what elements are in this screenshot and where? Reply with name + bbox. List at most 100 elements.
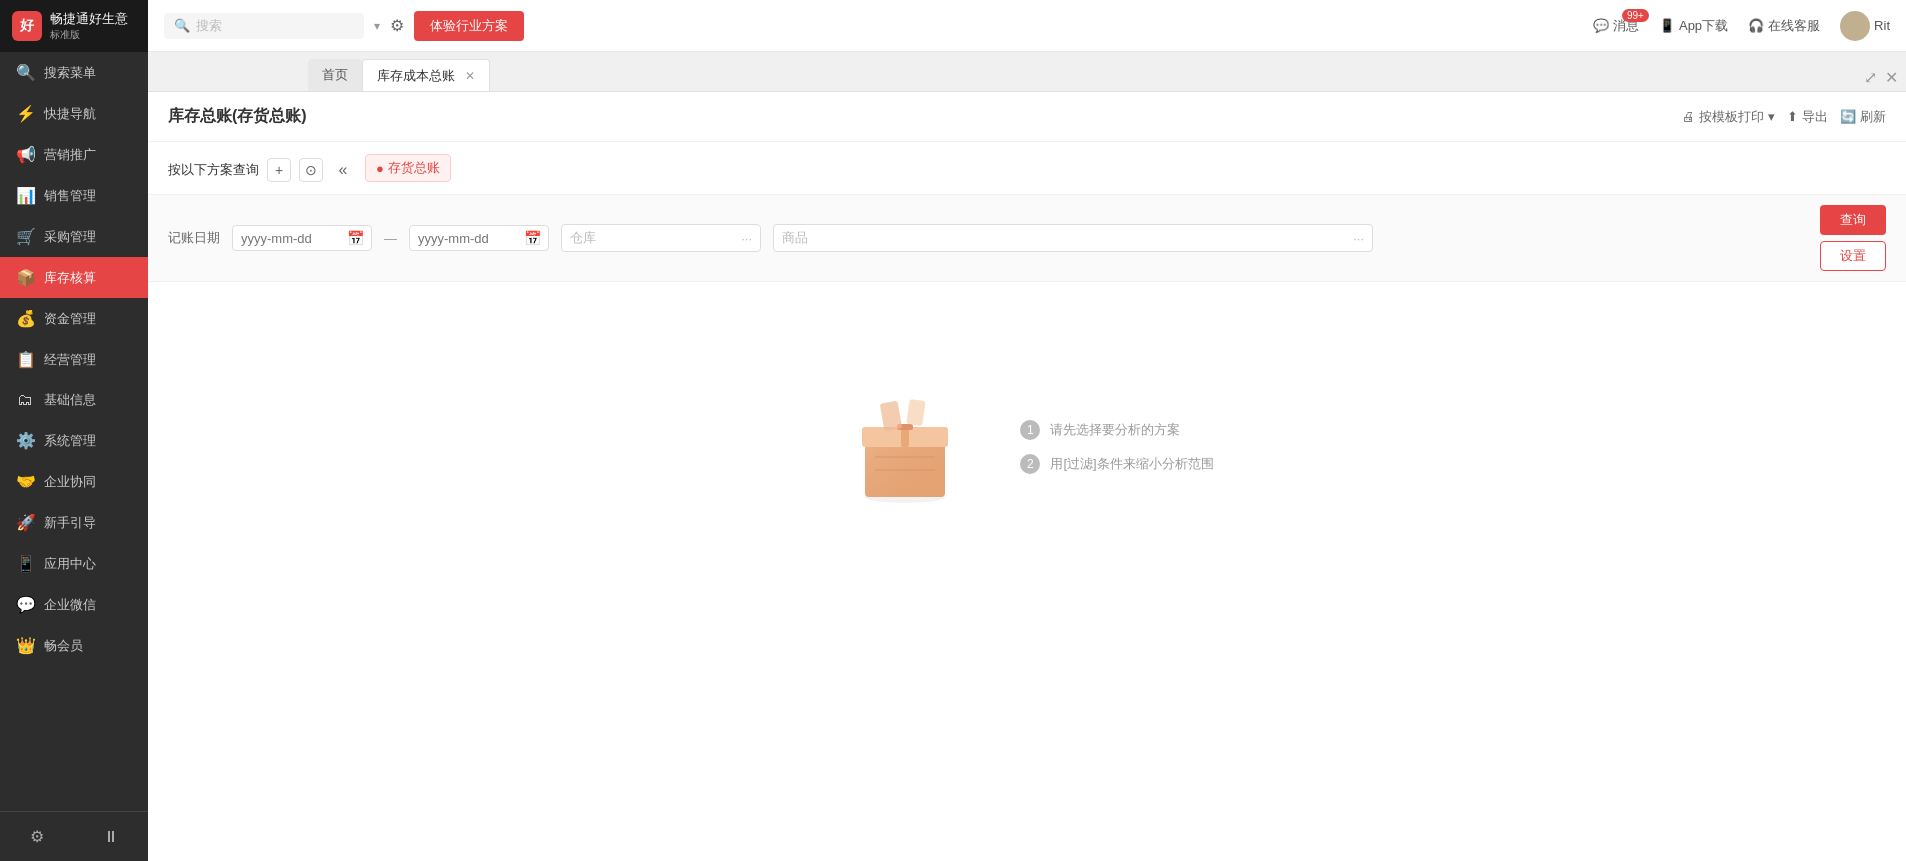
sidebar-item-operation[interactable]: 📋 经营管理 — [0, 339, 148, 380]
tab-home[interactable]: 首页 — [308, 59, 362, 91]
filter-add-button[interactable]: + — [267, 158, 291, 182]
tab-close-all-icon[interactable]: ✕ — [1885, 68, 1898, 87]
message-icon: 💬 — [1593, 18, 1609, 33]
step-1-badge: 1 — [1020, 420, 1040, 440]
cooperation-icon: 🤝 — [16, 472, 34, 491]
tab-inventory-cost[interactable]: 库存成本总账 ✕ — [362, 59, 490, 91]
sidebar-item-finance[interactable]: 💰 资金管理 — [0, 298, 148, 339]
search-icon: 🔍 — [16, 63, 34, 82]
sidebar-item-marketing[interactable]: 📢 营销推广 — [0, 134, 148, 175]
wechat-icon: 💬 — [16, 595, 34, 614]
date-label: 记账日期 — [168, 229, 220, 247]
sidebar-item-member[interactable]: 👑 畅会员 — [0, 625, 148, 666]
empty-hint-text-2: 用[过滤]条件来缩小分析范围 — [1050, 455, 1213, 473]
date-end-input[interactable] — [418, 231, 518, 246]
export-icon: ⬆ — [1787, 109, 1798, 124]
purchase-icon: 🛒 — [16, 227, 34, 246]
message-badge: 99+ — [1622, 9, 1649, 22]
print-template-button[interactable]: 🖨 按模板打印 ▾ — [1682, 108, 1775, 126]
user-avatar[interactable]: Rit — [1840, 11, 1890, 41]
basic-icon: 🗂 — [16, 391, 34, 409]
search-placeholder-icon: 🔍 — [174, 18, 190, 33]
sidebar-item-shortcut[interactable]: ⚡ 快捷导航 — [0, 93, 148, 134]
topbar: 🔍 搜索 ▾ ⚙ 体验行业方案 💬 消息 99+ 📱 App下载 🎧 在线客服 … — [148, 0, 1906, 52]
empty-hint-text-1: 请先选择要分析的方案 — [1050, 421, 1180, 439]
product-field[interactable]: 商品 ··· — [773, 224, 1373, 252]
marketing-icon: 📢 — [16, 145, 34, 164]
operation-icon: 📋 — [16, 350, 34, 369]
settings-filter-button[interactable]: 设置 — [1820, 241, 1886, 271]
refresh-button[interactable]: 🔄 刷新 — [1840, 108, 1886, 126]
appcenter-icon: 📱 — [16, 554, 34, 573]
system-icon: ⚙️ — [16, 431, 34, 450]
warehouse-field[interactable]: 仓库 ··· — [561, 224, 761, 252]
finance-icon: 💰 — [16, 309, 34, 328]
print-icon: 🖨 — [1682, 109, 1695, 124]
date-separator: — — [384, 231, 397, 246]
page-title: 库存总账(存货总账) — [168, 106, 307, 127]
tab-expand-icon[interactable]: ⤢ — [1864, 68, 1877, 87]
logo-icon: 好 — [12, 11, 42, 41]
step-2-badge: 2 — [1020, 454, 1040, 474]
calendar-start-icon[interactable]: 📅 — [347, 230, 364, 246]
trial-button[interactable]: 体验行业方案 — [414, 11, 524, 41]
settings-gear-icon[interactable]: ⚙ — [390, 16, 404, 35]
svg-rect-8 — [880, 401, 903, 432]
warehouse-more-icon: ··· — [741, 231, 752, 246]
print-chevron-icon: ▾ — [1768, 109, 1775, 124]
search-chevron-icon: ▾ — [374, 19, 380, 33]
main-area: 🔍 搜索 ▾ ⚙ 体验行业方案 💬 消息 99+ 📱 App下载 🎧 在线客服 … — [148, 0, 1906, 861]
empty-state-content: 1 请先选择要分析的方案 2 用[过滤]条件来缩小分析范围 — [840, 382, 1213, 512]
empty-illustration — [840, 382, 970, 512]
date-start-field[interactable]: 📅 — [232, 225, 372, 251]
date-end-field[interactable]: 📅 — [409, 225, 549, 251]
topbar-right: 💬 消息 99+ 📱 App下载 🎧 在线客服 Rit — [1593, 11, 1890, 41]
shortcut-icon: ⚡ — [16, 104, 34, 123]
app-download-button[interactable]: 📱 App下载 — [1659, 17, 1728, 35]
guide-icon: 🚀 — [16, 513, 34, 532]
empty-state: 1 请先选择要分析的方案 2 用[过滤]条件来缩小分析范围 — [148, 282, 1906, 612]
collapse-button[interactable]: ⏸ — [98, 823, 124, 851]
sidebar-item-cooperation[interactable]: 🤝 企业协同 — [0, 461, 148, 502]
scheme-icon: ● — [376, 161, 384, 176]
sidebar-item-search[interactable]: 🔍 搜索菜单 — [0, 52, 148, 93]
filter-row: 记账日期 📅 — 📅 仓库 ··· 商品 ··· 查询 设置 — [148, 195, 1906, 282]
scheme-item-inventory[interactable]: ● 存货总账 — [365, 154, 451, 182]
sidebar-item-guide[interactable]: 🚀 新手引导 — [0, 502, 148, 543]
sidebar: 好 畅捷通好生意 标准版 🔍 搜索菜单 ⚡ 快捷导航 📢 营销推广 📊 销售管理… — [0, 0, 148, 861]
calendar-end-icon[interactable]: 📅 — [524, 230, 541, 246]
inventory-icon: 📦 — [16, 268, 34, 287]
sidebar-item-basic[interactable]: 🗂 基础信息 — [0, 380, 148, 420]
mobile-icon: 📱 — [1659, 18, 1675, 33]
app-logo: 好 畅捷通好生意 标准版 — [0, 0, 148, 52]
date-start-input[interactable] — [241, 231, 341, 246]
page-header: 库存总账(存货总账) 🖨 按模板打印 ▾ ⬆ 导出 🔄 刷新 — [148, 92, 1906, 142]
page-header-actions: 🖨 按模板打印 ▾ ⬆ 导出 🔄 刷新 — [1682, 108, 1886, 126]
content-area: 库存总账(存货总账) 🖨 按模板打印 ▾ ⬆ 导出 🔄 刷新 — [148, 92, 1906, 861]
filter-manage-button[interactable]: ⊙ — [299, 158, 323, 182]
message-button[interactable]: 💬 消息 99+ — [1593, 17, 1639, 35]
sidebar-item-system[interactable]: ⚙️ 系统管理 — [0, 420, 148, 461]
sales-icon: 📊 — [16, 186, 34, 205]
settings-button[interactable]: ⚙ — [25, 822, 49, 851]
logo-text: 畅捷通好生意 标准版 — [50, 10, 128, 42]
sidebar-item-purchase[interactable]: 🛒 采购管理 — [0, 216, 148, 257]
online-service-button[interactable]: 🎧 在线客服 — [1748, 17, 1820, 35]
filter-label: 按以下方案查询 — [168, 161, 259, 179]
svg-rect-9 — [907, 399, 926, 426]
empty-svg — [840, 382, 970, 512]
sidebar-nav: 🔍 搜索菜单 ⚡ 快捷导航 📢 营销推广 📊 销售管理 🛒 采购管理 📦 库存核… — [0, 52, 148, 811]
action-buttons: 查询 设置 — [1820, 205, 1886, 271]
sidebar-item-inventory[interactable]: 📦 库存核算 — [0, 257, 148, 298]
sidebar-item-appcenter[interactable]: 📱 应用中心 — [0, 543, 148, 584]
member-icon: 👑 — [16, 636, 34, 655]
export-button[interactable]: ⬆ 导出 — [1787, 108, 1828, 126]
sidebar-item-wechat[interactable]: 💬 企业微信 — [0, 584, 148, 625]
topbar-search[interactable]: 🔍 搜索 — [164, 13, 364, 39]
filter-collapse-button[interactable]: « — [331, 158, 355, 182]
query-button[interactable]: 查询 — [1820, 205, 1886, 235]
tab-close-icon[interactable]: ✕ — [465, 69, 475, 83]
sidebar-item-sales[interactable]: 📊 销售管理 — [0, 175, 148, 216]
refresh-icon: 🔄 — [1840, 109, 1856, 124]
empty-hint-2: 2 用[过滤]条件来缩小分析范围 — [1020, 454, 1213, 474]
